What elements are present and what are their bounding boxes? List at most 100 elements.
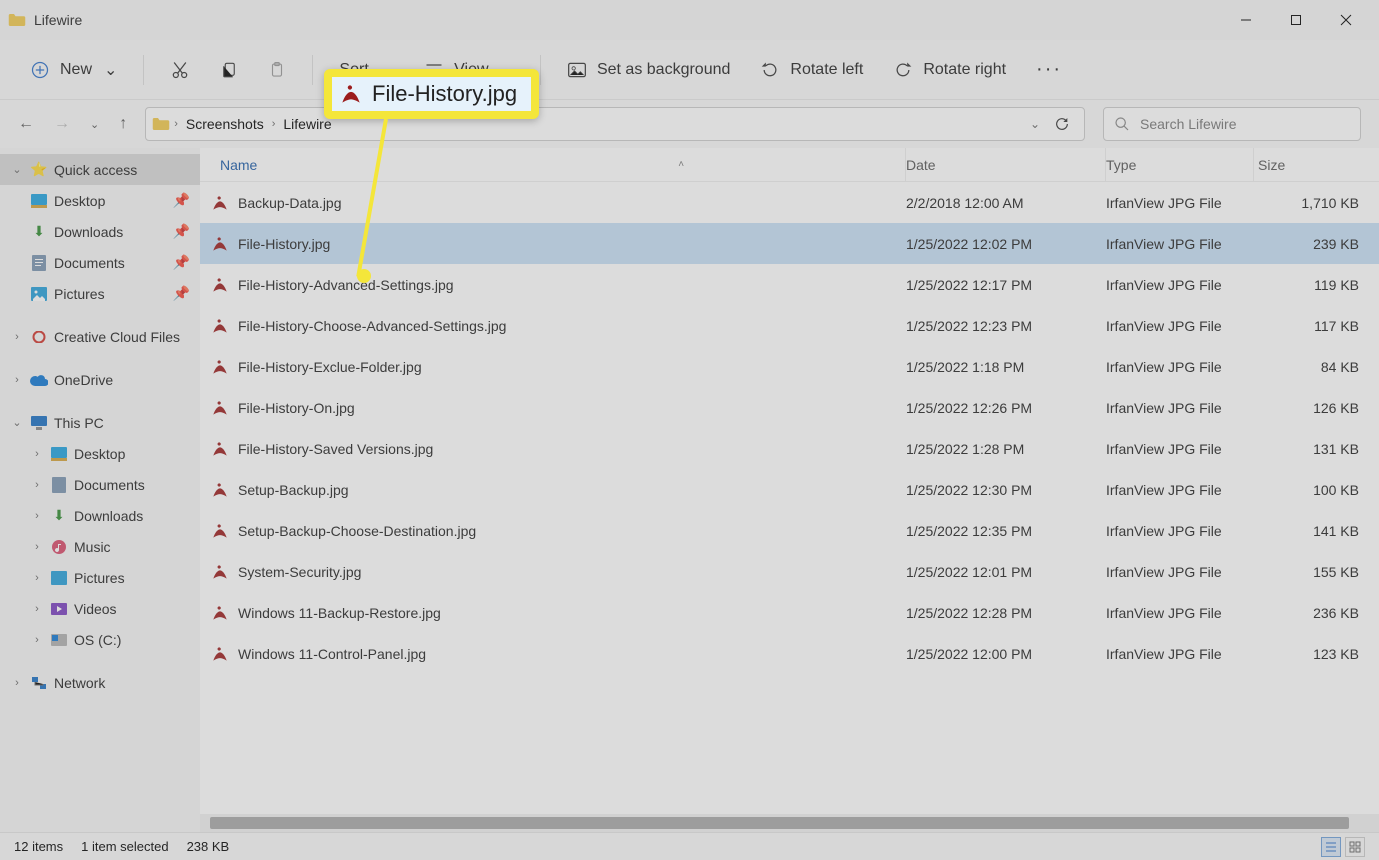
back-button[interactable]: ← xyxy=(18,115,34,133)
drive-icon xyxy=(50,631,68,649)
sidebar-pc-documents[interactable]: ›Documents xyxy=(0,469,200,500)
file-row[interactable]: System-Security.jpg1/25/2022 12:01 PMIrf… xyxy=(200,551,1379,592)
plus-circle-icon xyxy=(30,60,50,80)
sidebar-pc-os[interactable]: ›OS (C:) xyxy=(0,624,200,655)
file-row[interactable]: File-History-On.jpg1/25/2022 12:26 PMIrf… xyxy=(200,387,1379,428)
pictures-icon xyxy=(30,285,48,303)
more-button[interactable]: ··· xyxy=(1024,52,1074,87)
file-row[interactable]: Windows 11-Control-Panel.jpg 1/25/2022 12… xyxy=(200,633,1379,674)
column-date[interactable]: Date xyxy=(906,148,1106,181)
title-bar: Lifewire xyxy=(0,0,1379,40)
sidebar-documents[interactable]: Documents📌 xyxy=(0,247,200,278)
column-type[interactable]: Type xyxy=(1106,148,1254,181)
sidebar-pc-downloads[interactable]: ›⬇Downloads xyxy=(0,500,200,531)
annotation-callout: File-History.jpg xyxy=(324,69,539,119)
column-size[interactable]: Size xyxy=(1254,148,1379,181)
file-row[interactable]: File-History.jpg1/25/2022 12:02 PMIrfanV… xyxy=(200,223,1379,264)
irfanview-icon xyxy=(210,275,230,295)
sidebar-creative-cloud[interactable]: ›Creative Cloud Files xyxy=(0,321,200,352)
sidebar-pc-desktop[interactable]: ›Desktop xyxy=(0,438,200,469)
file-date: 1/25/2022 12:01 PM xyxy=(906,564,1106,580)
file-type: IrfanView JPG File xyxy=(1106,482,1254,498)
paste-button[interactable] xyxy=(256,54,298,86)
file-row[interactable]: Setup-Backup-Choose-Destination.jpg1/25/… xyxy=(200,510,1379,551)
picture-icon xyxy=(567,61,587,79)
recent-dropdown[interactable]: ⌄ xyxy=(90,118,99,131)
file-name: File-History-Exclue-Folder.jpg xyxy=(238,359,422,375)
sidebar-quick-access[interactable]: ⌄⭐Quick access xyxy=(0,154,200,185)
file-row[interactable]: Windows 11-Backup-Restore.jpg1/25/2022 1… xyxy=(200,592,1379,633)
details-view-button[interactable] xyxy=(1321,837,1341,857)
chevron-right-icon: › xyxy=(174,118,178,130)
file-row[interactable]: File-History-Saved Versions.jpg1/25/2022… xyxy=(200,428,1379,469)
irfanview-icon xyxy=(210,398,230,418)
rotate-right-button[interactable]: Rotate right xyxy=(881,54,1018,86)
file-date: 1/25/2022 12:02 PM xyxy=(906,236,1106,252)
address-bar[interactable]: › Screenshots › Lifewire ⌄ xyxy=(145,107,1085,141)
file-type: IrfanView JPG File xyxy=(1106,195,1254,211)
rotate-right-icon xyxy=(893,60,913,80)
breadcrumb-segment[interactable]: Screenshots xyxy=(182,116,268,132)
chevron-down-icon[interactable]: ⌄ xyxy=(1030,117,1040,131)
rotate-left-button[interactable]: Rotate left xyxy=(748,54,875,86)
sidebar-pc-videos[interactable]: ›Videos xyxy=(0,593,200,624)
sidebar-network[interactable]: ›Network xyxy=(0,667,200,698)
sort-ascending-icon: ˄ xyxy=(678,159,684,170)
file-row[interactable]: File-History-Advanced-Settings.jpg1/25/2… xyxy=(200,264,1379,305)
file-name: Windows 11-Control-Panel.jpg xyxy=(238,646,426,662)
file-size: 141 KB xyxy=(1254,523,1379,539)
music-icon xyxy=(50,538,68,556)
file-type: IrfanView JPG File xyxy=(1106,523,1254,539)
file-date: 1/25/2022 12:00 PM xyxy=(906,646,1106,662)
thumbnails-view-button[interactable] xyxy=(1345,837,1365,857)
close-button[interactable] xyxy=(1321,0,1371,40)
network-icon xyxy=(30,674,48,692)
file-date: 1/25/2022 12:30 PM xyxy=(906,482,1106,498)
file-type: IrfanView JPG File xyxy=(1106,400,1254,416)
file-row[interactable]: File-History-Choose-Advanced-Settings.jp… xyxy=(200,305,1379,346)
sidebar-downloads[interactable]: ⬇Downloads📌 xyxy=(0,216,200,247)
file-type: IrfanView JPG File xyxy=(1106,646,1254,662)
file-date: 1/25/2022 12:35 PM xyxy=(906,523,1106,539)
file-size: 119 KB xyxy=(1254,277,1379,293)
cloud-icon xyxy=(30,371,48,389)
sidebar-onedrive[interactable]: ›OneDrive xyxy=(0,364,200,395)
refresh-button[interactable] xyxy=(1054,116,1070,132)
file-list: Name˄ Date Type Size Backup-Data.jpg2/2/… xyxy=(200,148,1379,832)
sidebar-pictures[interactable]: Pictures📌 xyxy=(0,278,200,309)
file-size: 117 KB xyxy=(1254,318,1379,334)
up-button[interactable]: ↑ xyxy=(119,115,127,133)
copy-button[interactable] xyxy=(208,54,250,86)
file-size: 131 KB xyxy=(1254,441,1379,457)
cut-button[interactable] xyxy=(158,54,202,86)
file-row[interactable]: Setup-Backup.jpg1/25/2022 12:30 PMIrfanV… xyxy=(200,469,1379,510)
column-name[interactable]: Name˄ xyxy=(200,148,906,181)
navigation-pane[interactable]: ⌄⭐Quick access Desktop📌 ⬇Downloads📌 Docu… xyxy=(0,148,200,832)
window-title: Lifewire xyxy=(34,12,1221,28)
download-icon: ⬇ xyxy=(30,223,48,241)
pin-icon: 📌 xyxy=(173,254,190,271)
file-row[interactable]: File-History-Exclue-Folder.jpg1/25/2022 … xyxy=(200,346,1379,387)
maximize-button[interactable] xyxy=(1271,0,1321,40)
sidebar-this-pc[interactable]: ⌄This PC xyxy=(0,407,200,438)
sidebar-desktop[interactable]: Desktop📌 xyxy=(0,185,200,216)
file-name: File-History-Saved Versions.jpg xyxy=(238,441,433,457)
search-input[interactable]: Search Lifewire xyxy=(1103,107,1361,141)
sidebar-pc-music[interactable]: ›Music xyxy=(0,531,200,562)
file-row[interactable]: Backup-Data.jpg2/2/2018 12:00 AMIrfanVie… xyxy=(200,182,1379,223)
minimize-button[interactable] xyxy=(1221,0,1271,40)
status-count: 12 items xyxy=(14,839,63,854)
creative-cloud-icon xyxy=(30,328,48,346)
sidebar-pc-pictures[interactable]: ›Pictures xyxy=(0,562,200,593)
toolbar: New ⌄ Sort⌄ View⌄ Set as background Rota… xyxy=(0,40,1379,100)
new-button[interactable]: New ⌄ xyxy=(18,54,129,86)
file-name: File-History-On.jpg xyxy=(238,400,355,416)
document-icon xyxy=(30,254,48,272)
horizontal-scrollbar[interactable] xyxy=(200,814,1379,832)
file-type: IrfanView JPG File xyxy=(1106,605,1254,621)
file-date: 1/25/2022 12:23 PM xyxy=(906,318,1106,334)
set-background-button[interactable]: Set as background xyxy=(555,55,742,85)
irfanview-icon xyxy=(210,439,230,459)
irfanview-icon xyxy=(210,234,230,254)
forward-button[interactable]: → xyxy=(54,115,70,133)
